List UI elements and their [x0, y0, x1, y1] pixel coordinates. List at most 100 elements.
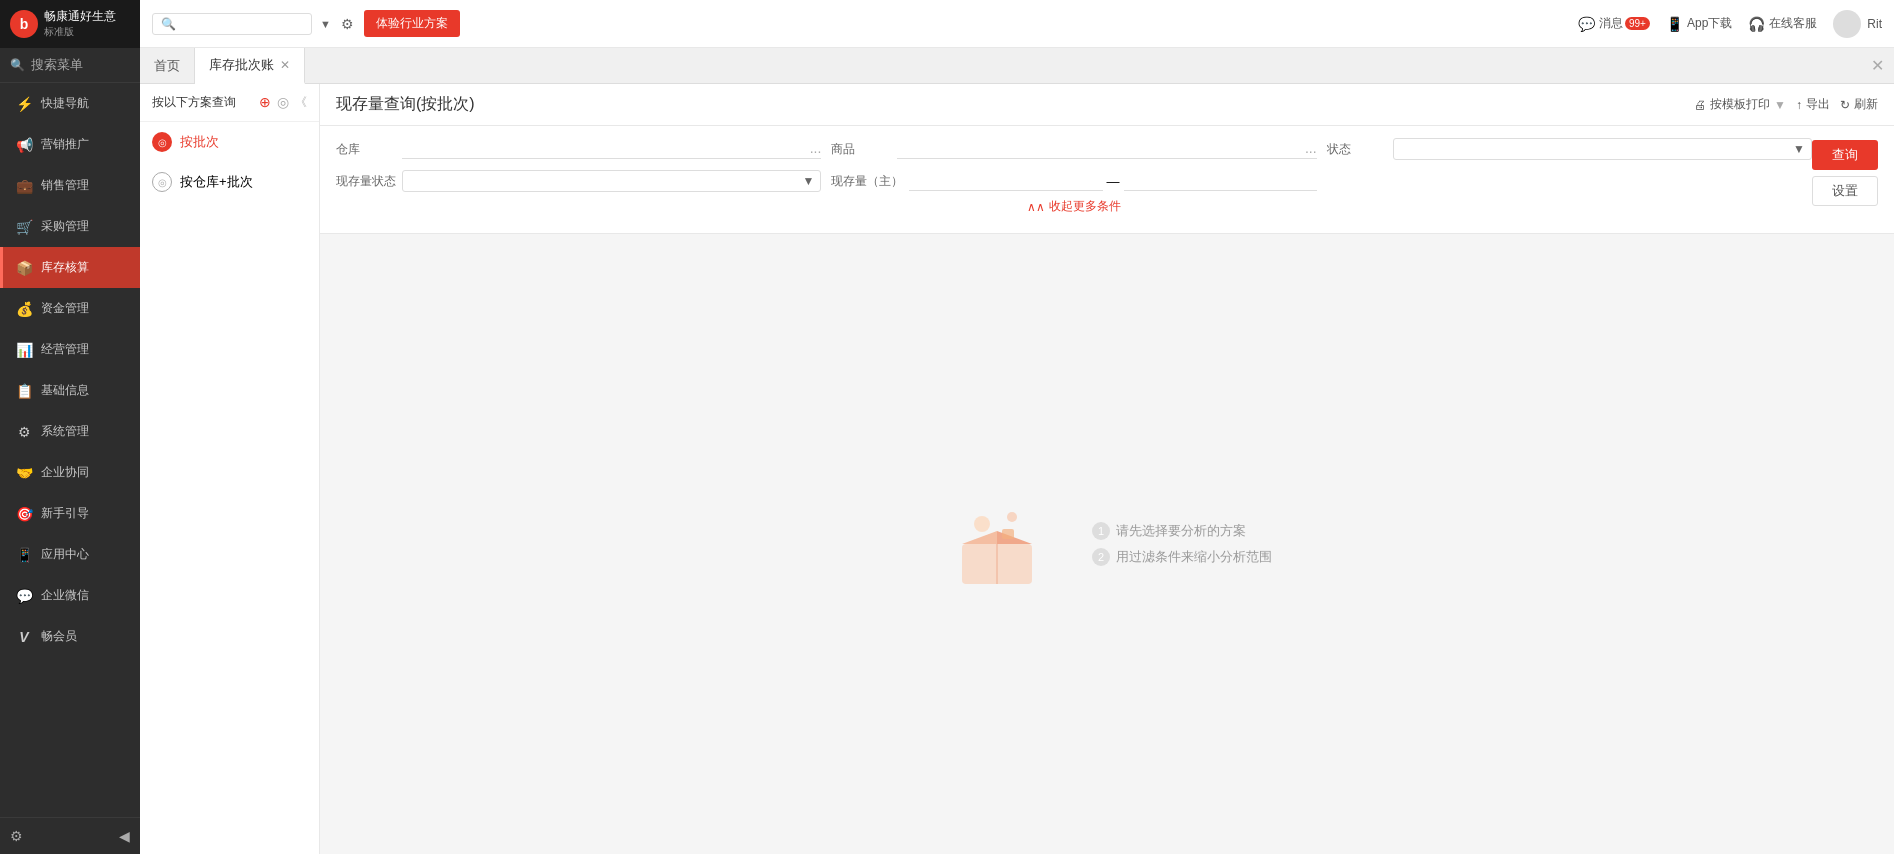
sidebar-item-label: 库存核算	[41, 259, 89, 276]
svg-point-5	[1007, 512, 1017, 522]
export-btn[interactable]: ↑ 导出	[1796, 96, 1830, 113]
topbar-dropdown[interactable]: ▼	[320, 18, 331, 30]
settings-icon[interactable]: ⚙	[10, 828, 23, 844]
sidebar-item-enterprise[interactable]: 🤝 企业协同	[0, 452, 140, 493]
member-icon: V	[13, 629, 35, 645]
sidebar-item-purchase[interactable]: 🛒 采购管理	[0, 206, 140, 247]
page-title: 现存量查询(按批次)	[336, 94, 475, 115]
app-download-label: App下载	[1687, 15, 1732, 32]
collapse-panel-icon[interactable]: 《	[295, 94, 307, 111]
avatar	[1833, 10, 1861, 38]
empty-tip-1: 1 请先选择要分析的方案	[1092, 522, 1272, 540]
sidebar-header: b 畅康通好生意 标准版	[0, 0, 140, 48]
sidebar-item-sales[interactable]: 💼 销售管理	[0, 165, 140, 206]
empty-tip-2: 2 用过滤条件来缩小分析范围	[1092, 548, 1272, 566]
sidebar-item-guide[interactable]: 🎯 新手引导	[0, 493, 140, 534]
app-edition: 标准版	[44, 25, 116, 39]
sidebar-item-marketing[interactable]: 📢 营销推广	[0, 124, 140, 165]
tab-batch[interactable]: 库存批次账 ✕	[195, 48, 305, 84]
svg-point-4	[974, 516, 990, 532]
collapse-label: 收起更多条件	[1049, 198, 1121, 215]
filter-area: 仓库 ... 商品 ...	[320, 126, 1894, 234]
tab-close-all-icon[interactable]: ✕	[1871, 56, 1884, 75]
app-download-action[interactable]: 📱 App下载	[1666, 15, 1732, 32]
message-action[interactable]: 💬 消息 99+	[1578, 15, 1650, 32]
sidebar-item-label: 基础信息	[41, 382, 89, 399]
collapse-btn[interactable]: ∧∧ 收起更多条件	[336, 192, 1812, 221]
collapse-sidebar-icon[interactable]: ◀	[119, 828, 130, 844]
topbar: 🔍 ▼ ⚙ 体验行业方案 💬 消息 99+ 📱 App下载 🎧 在线客服 Rit	[140, 0, 1894, 48]
query-button[interactable]: 查询	[1812, 140, 1878, 170]
sidebar-item-wechat[interactable]: 💬 企业微信	[0, 575, 140, 616]
sidebar-item-member[interactable]: V 畅会员	[0, 616, 140, 657]
tabbar: 首页 库存批次账 ✕ ✕	[140, 48, 1894, 84]
empty-tip-1-text: 请先选择要分析的方案	[1116, 522, 1246, 540]
sidebar-item-label: 应用中心	[41, 546, 89, 563]
tab-home-label: 首页	[154, 57, 180, 75]
topbar-search-box[interactable]: 🔍	[152, 13, 312, 35]
stock-amount-to[interactable]	[1124, 172, 1317, 191]
warehouse-dots[interactable]: ...	[810, 140, 822, 156]
sidebar-item-inventory[interactable]: 📦 库存核算	[0, 247, 140, 288]
sidebar-item-shortcut[interactable]: ⚡ 快捷导航	[0, 83, 140, 124]
sales-icon: 💼	[13, 178, 35, 194]
enterprise-icon: 🤝	[13, 465, 35, 481]
app-logo: b	[10, 10, 38, 38]
search-icon: 🔍	[10, 58, 25, 72]
print-template-btn[interactable]: 🖨 按模板打印 ▼	[1694, 96, 1786, 113]
left-panel-title: 按以下方案查询	[152, 94, 236, 111]
stock-status-select[interactable]: ▼	[402, 170, 821, 192]
sidebar-item-basic[interactable]: 📋 基础信息	[0, 370, 140, 411]
tab-home[interactable]: 首页	[140, 48, 195, 84]
status-label: 状态	[1327, 141, 1387, 158]
print-dropdown-icon[interactable]: ▼	[1774, 98, 1786, 112]
topbar-gear-icon[interactable]: ⚙	[341, 16, 354, 32]
settings-plan-icon[interactable]: ◎	[277, 94, 289, 111]
left-panel-header: 按以下方案查询 ⊕ ◎ 《	[140, 84, 319, 122]
sidebar-search[interactable]: 🔍 搜索菜单	[0, 48, 140, 83]
refresh-btn[interactable]: ↻ 刷新	[1840, 96, 1878, 113]
sidebar-item-system[interactable]: ⚙ 系统管理	[0, 411, 140, 452]
status-select[interactable]: ▼	[1393, 138, 1812, 160]
sidebar-item-operations[interactable]: 📊 经营管理	[0, 329, 140, 370]
sidebar-item-label: 快捷导航	[41, 95, 89, 112]
empty-state: 1 请先选择要分析的方案 2 用过滤条件来缩小分析范围	[320, 234, 1894, 854]
warehouse-input[interactable]	[402, 141, 810, 155]
stock-amount-label: 现存量（主）	[831, 173, 903, 190]
sidebar-item-label: 销售管理	[41, 177, 89, 194]
tab-close-icon[interactable]: ✕	[280, 58, 290, 72]
print-template-label: 按模板打印	[1710, 96, 1770, 113]
empty-tip-2-text: 用过滤条件来缩小分析范围	[1116, 548, 1272, 566]
online-service-action[interactable]: 🎧 在线客服	[1748, 15, 1817, 32]
purchase-icon: 🛒	[13, 219, 35, 235]
user-profile-action[interactable]: Rit	[1833, 10, 1882, 38]
guide-icon: 🎯	[13, 506, 35, 522]
right-panel: 现存量查询(按批次) 🖨 按模板打印 ▼ ↑ 导出 ↻ 刷新	[320, 84, 1894, 854]
message-badge: 99+	[1625, 17, 1650, 30]
sidebar-item-finance[interactable]: 💰 资金管理	[0, 288, 140, 329]
plan-item-batch[interactable]: ◎ 按批次	[140, 122, 319, 162]
plan-item-warehouse-batch[interactable]: ◎ 按仓库+批次	[140, 162, 319, 202]
product-dots[interactable]: ...	[1305, 140, 1317, 156]
stock-status-label: 现存量状态	[336, 173, 396, 190]
sidebar-item-appstore[interactable]: 📱 应用中心	[0, 534, 140, 575]
page-header: 现存量查询(按批次) 🖨 按模板打印 ▼ ↑ 导出 ↻ 刷新	[320, 84, 1894, 126]
shortcut-icon: ⚡	[13, 96, 35, 112]
trial-button[interactable]: 体验行业方案	[364, 10, 460, 37]
refresh-icon: ↻	[1840, 98, 1850, 112]
stock-amount-from[interactable]	[909, 172, 1102, 191]
warehouse-filter: 仓库 ...	[336, 140, 821, 159]
left-panel: 按以下方案查询 ⊕ ◎ 《 ◎ 按批次 ◎ 按仓库+批次	[140, 84, 320, 854]
marketing-icon: 📢	[13, 137, 35, 153]
inventory-icon: 📦	[13, 260, 35, 276]
phone-icon: 📱	[1666, 16, 1683, 32]
sidebar-item-label: 资金管理	[41, 300, 89, 317]
export-label: 导出	[1806, 96, 1830, 113]
settings-button[interactable]: 设置	[1812, 176, 1878, 206]
add-plan-icon[interactable]: ⊕	[259, 94, 271, 111]
sidebar-item-label: 新手引导	[41, 505, 89, 522]
left-panel-header-actions: ⊕ ◎ 《	[259, 94, 307, 111]
product-input[interactable]	[897, 141, 1305, 155]
warehouse-label: 仓库	[336, 141, 396, 158]
svg-marker-1	[962, 531, 997, 544]
